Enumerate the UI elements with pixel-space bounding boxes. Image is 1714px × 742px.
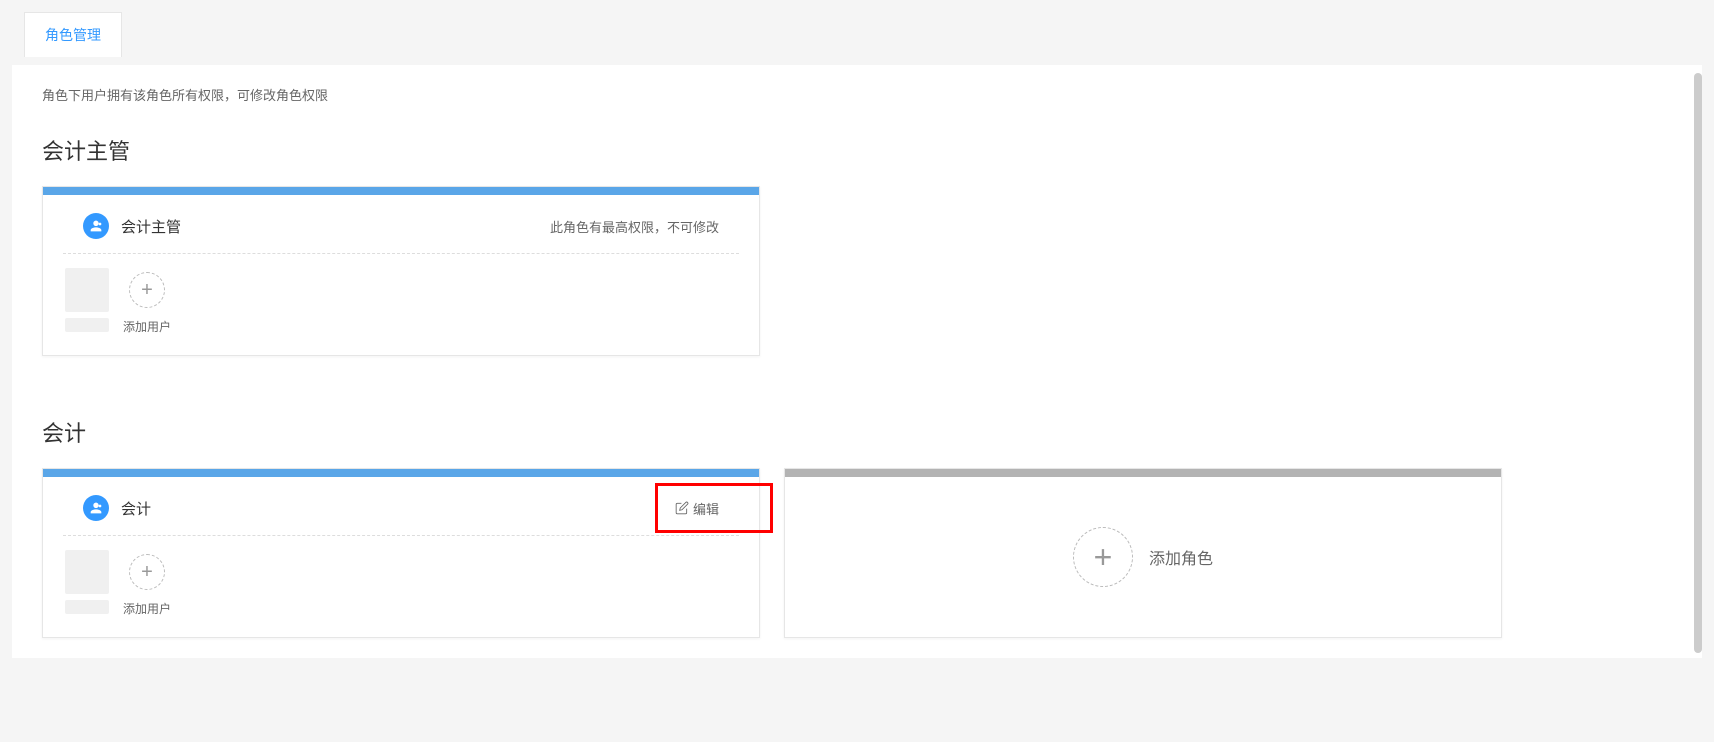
add-user-label: 添加用户 (123, 600, 171, 617)
add-user-button[interactable]: + 添加用户 (123, 268, 171, 335)
card-top-bar (43, 187, 759, 195)
tabs-bar: 角色管理 (12, 12, 1702, 57)
plus-icon: + (129, 554, 165, 590)
edit-icon (675, 501, 689, 515)
add-role-card[interactable]: + 添加角色 (784, 468, 1502, 638)
plus-icon: + (1073, 527, 1133, 587)
page-description: 角色下用户拥有该角色所有权限，可修改角色权限 (42, 85, 1672, 104)
plus-icon: + (129, 272, 165, 308)
card-top-bar (785, 469, 1501, 477)
user-tile[interactable] (63, 550, 111, 614)
username-placeholder (65, 318, 109, 332)
card-header: 会计主管 此角色有最高权限，不可修改 (63, 199, 739, 254)
tab-role-management[interactable]: 角色管理 (24, 12, 122, 57)
role-person-icon (83, 213, 109, 239)
role-name: 会计 (121, 498, 675, 519)
role-name: 会计主管 (121, 216, 550, 237)
avatar-placeholder (65, 550, 109, 594)
user-tile[interactable] (63, 268, 111, 332)
role-card-accountant: 会计 编辑 + 添加用户 (42, 468, 760, 638)
scrollbar[interactable] (1694, 73, 1702, 653)
edit-role-button[interactable]: 编辑 (675, 499, 719, 518)
role-card-supervisor: 会计主管 此角色有最高权限，不可修改 + 添加用户 (42, 186, 760, 356)
section-title-supervisor: 会计主管 (42, 134, 1672, 166)
add-role-body[interactable]: + 添加角色 (785, 477, 1501, 637)
username-placeholder (65, 600, 109, 614)
role-note: 此角色有最高权限，不可修改 (550, 217, 719, 236)
avatar-placeholder (65, 268, 109, 312)
cards-row-supervisor: 会计主管 此角色有最高权限，不可修改 + 添加用户 (42, 186, 1672, 356)
add-user-label: 添加用户 (123, 318, 171, 335)
cards-row-accountant: 会计 编辑 + 添加用户 (42, 468, 1672, 638)
card-body: + 添加用户 (43, 536, 759, 637)
card-body: + 添加用户 (43, 254, 759, 355)
content-area: 角色下用户拥有该角色所有权限，可修改角色权限 会计主管 会计主管 此角色有最高权… (12, 65, 1702, 658)
card-top-bar (43, 469, 759, 477)
section-title-accountant: 会计 (42, 416, 1672, 448)
card-header: 会计 编辑 (63, 481, 739, 536)
role-person-icon (83, 495, 109, 521)
add-user-button[interactable]: + 添加用户 (123, 550, 171, 617)
add-role-label: 添加角色 (1149, 545, 1213, 569)
edit-label: 编辑 (693, 499, 719, 518)
